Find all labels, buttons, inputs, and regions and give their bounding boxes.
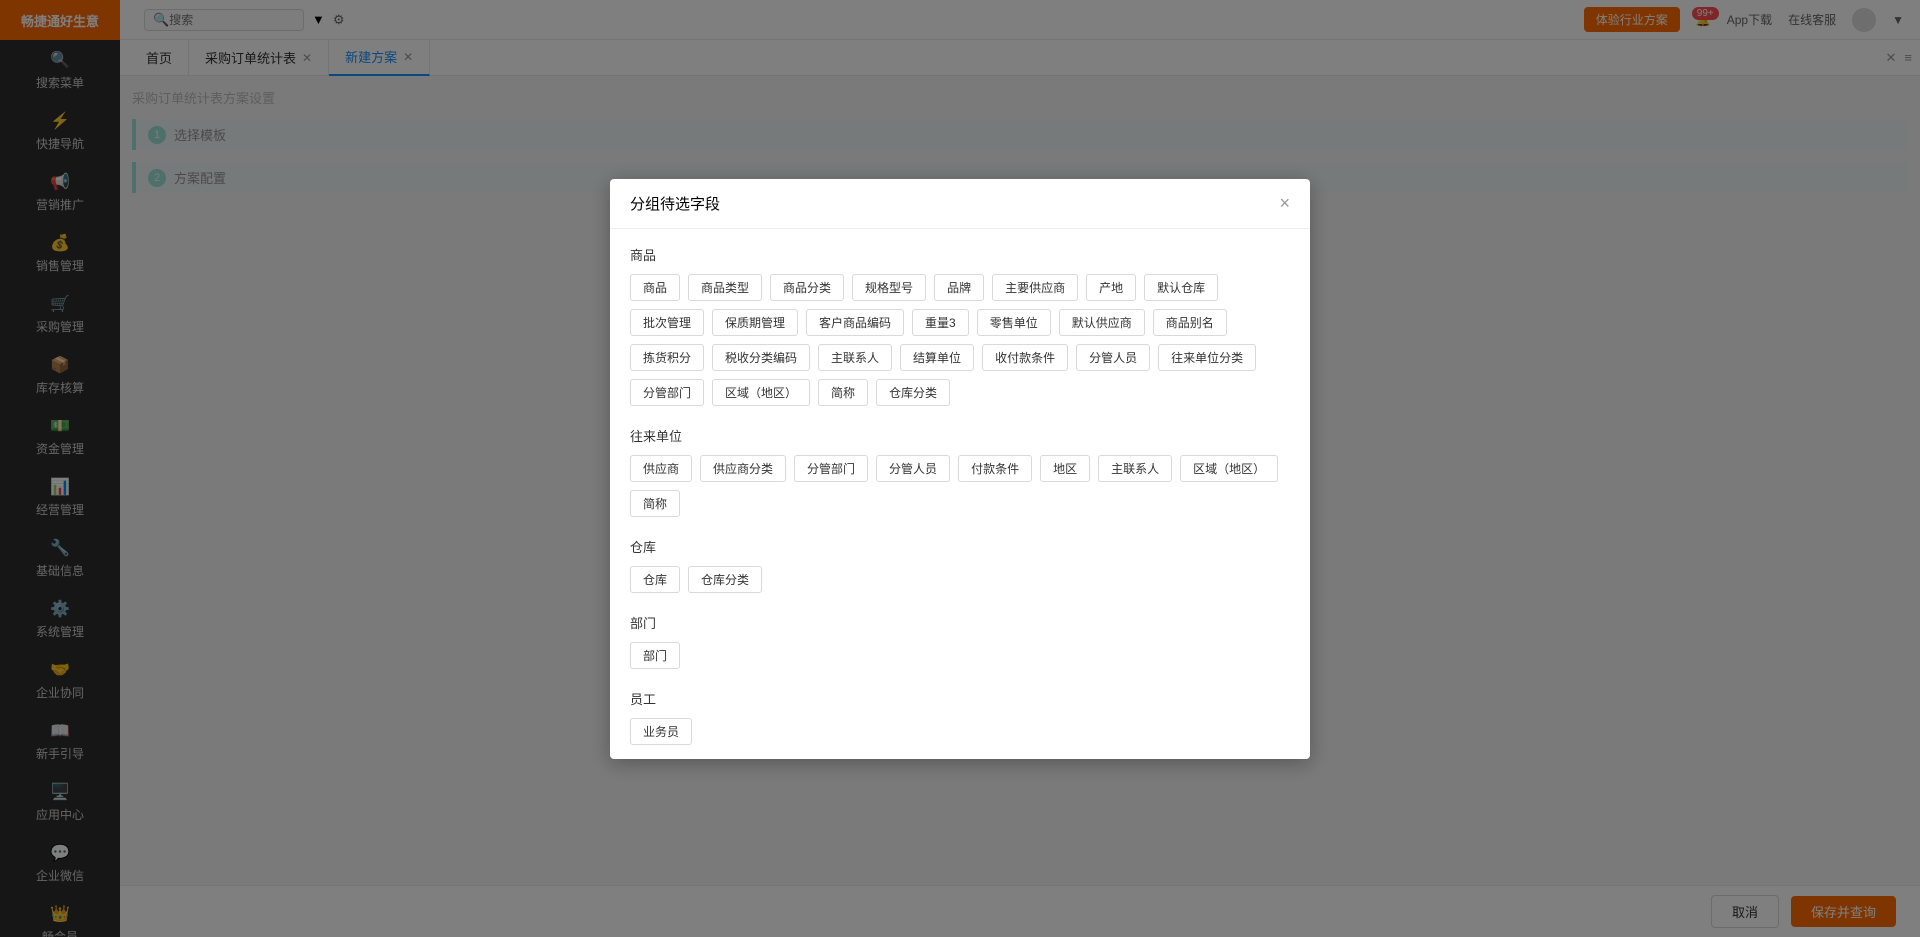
- field-tag-2-1[interactable]: 仓库分类: [688, 566, 762, 593]
- field-grid-1: 供应商供应商分类分管部门分管人员付款条件地区主联系人区域（地区） 简称: [630, 455, 1290, 517]
- field-tag-0-25[interactable]: 仓库分类: [876, 379, 950, 406]
- field-tag-1-6[interactable]: 主联系人: [1098, 455, 1172, 482]
- field-tag-0-24[interactable]: 简称: [818, 379, 868, 406]
- field-tag-0-18[interactable]: 结算单位: [900, 344, 974, 371]
- field-section-0: 商品商品商品类型商品分类规格型号品牌主要供应商产地默认仓库批次管理保质期管理客户…: [630, 245, 1290, 406]
- field-tag-1-4[interactable]: 付款条件: [958, 455, 1032, 482]
- modal-close-button[interactable]: ×: [1279, 193, 1290, 214]
- field-tag-0-19[interactable]: 收付款条件: [982, 344, 1068, 371]
- field-tag-1-1[interactable]: 供应商分类: [700, 455, 786, 482]
- field-section-title-3: 部门: [630, 613, 1290, 632]
- field-tag-0-10[interactable]: 客户商品编码: [806, 309, 904, 336]
- field-tag-0-1[interactable]: 商品类型: [688, 274, 762, 301]
- field-tag-0-8[interactable]: 批次管理: [630, 309, 704, 336]
- field-tag-0-3[interactable]: 规格型号: [852, 274, 926, 301]
- field-tag-0-14[interactable]: 商品别名: [1153, 309, 1227, 336]
- field-tag-0-11[interactable]: 重量3: [912, 309, 969, 336]
- field-tag-0-17[interactable]: 主联系人: [818, 344, 892, 371]
- field-section-3: 部门部门: [630, 613, 1290, 669]
- field-tag-0-13[interactable]: 默认供应商: [1059, 309, 1145, 336]
- field-section-title-2: 仓库: [630, 537, 1290, 556]
- field-tag-0-20[interactable]: 分管人员: [1076, 344, 1150, 371]
- field-tag-0-23[interactable]: 区域（地区）: [712, 379, 810, 406]
- field-grid-0: 商品商品类型商品分类规格型号品牌主要供应商产地默认仓库批次管理保质期管理客户商品…: [630, 274, 1290, 406]
- field-tag-0-15[interactable]: 拣货积分: [630, 344, 704, 371]
- modal-body: 商品商品商品类型商品分类规格型号品牌主要供应商产地默认仓库批次管理保质期管理客户…: [610, 229, 1310, 759]
- field-grid-2: 仓库仓库分类: [630, 566, 1290, 593]
- field-tag-1-0[interactable]: 供应商: [630, 455, 692, 482]
- modal-overlay: 分组待选字段 × 商品商品商品类型商品分类规格型号品牌主要供应商产地默认仓库批次…: [0, 0, 1920, 937]
- field-tag-0-7[interactable]: 默认仓库: [1144, 274, 1218, 301]
- field-tag-3-0[interactable]: 部门: [630, 642, 680, 669]
- field-tag-2-0[interactable]: 仓库: [630, 566, 680, 593]
- field-tag-1-7[interactable]: 区域（地区）: [1180, 455, 1278, 482]
- field-tag-0-12[interactable]: 零售单位: [977, 309, 1051, 336]
- field-tag-0-21[interactable]: 往来单位分类: [1158, 344, 1256, 371]
- modal: 分组待选字段 × 商品商品商品类型商品分类规格型号品牌主要供应商产地默认仓库批次…: [610, 179, 1310, 759]
- field-tag-0-16[interactable]: 税收分类编码: [712, 344, 810, 371]
- field-tag-0-2[interactable]: 商品分类: [770, 274, 844, 301]
- field-section-1: 往来单位供应商供应商分类分管部门分管人员付款条件地区主联系人区域（地区） 简称: [630, 426, 1290, 517]
- modal-title: 分组待选字段: [630, 193, 720, 214]
- field-section-title-1: 往来单位: [630, 426, 1290, 445]
- field-section-title-4: 员工: [630, 689, 1290, 708]
- field-grid-4: 业务员: [630, 718, 1290, 745]
- field-section-4: 员工业务员: [630, 689, 1290, 745]
- field-tag-1-5[interactable]: 地区: [1040, 455, 1090, 482]
- field-tag-1-3[interactable]: 分管人员: [876, 455, 950, 482]
- field-tag-0-9[interactable]: 保质期管理: [712, 309, 798, 336]
- field-tag-1-2[interactable]: 分管部门: [794, 455, 868, 482]
- field-tag-0-5[interactable]: 主要供应商: [992, 274, 1078, 301]
- field-tag-0-6[interactable]: 产地: [1086, 274, 1136, 301]
- field-tag-0-4[interactable]: 品牌: [934, 274, 984, 301]
- field-tag-1-8[interactable]: 简称: [630, 490, 680, 517]
- modal-header: 分组待选字段 ×: [610, 179, 1310, 229]
- field-tag-0-0[interactable]: 商品: [630, 274, 680, 301]
- field-tag-4-0[interactable]: 业务员: [630, 718, 692, 745]
- field-section-2: 仓库仓库仓库分类: [630, 537, 1290, 593]
- field-section-title-0: 商品: [630, 245, 1290, 264]
- field-tag-0-22[interactable]: 分管部门: [630, 379, 704, 406]
- field-grid-3: 部门: [630, 642, 1290, 669]
